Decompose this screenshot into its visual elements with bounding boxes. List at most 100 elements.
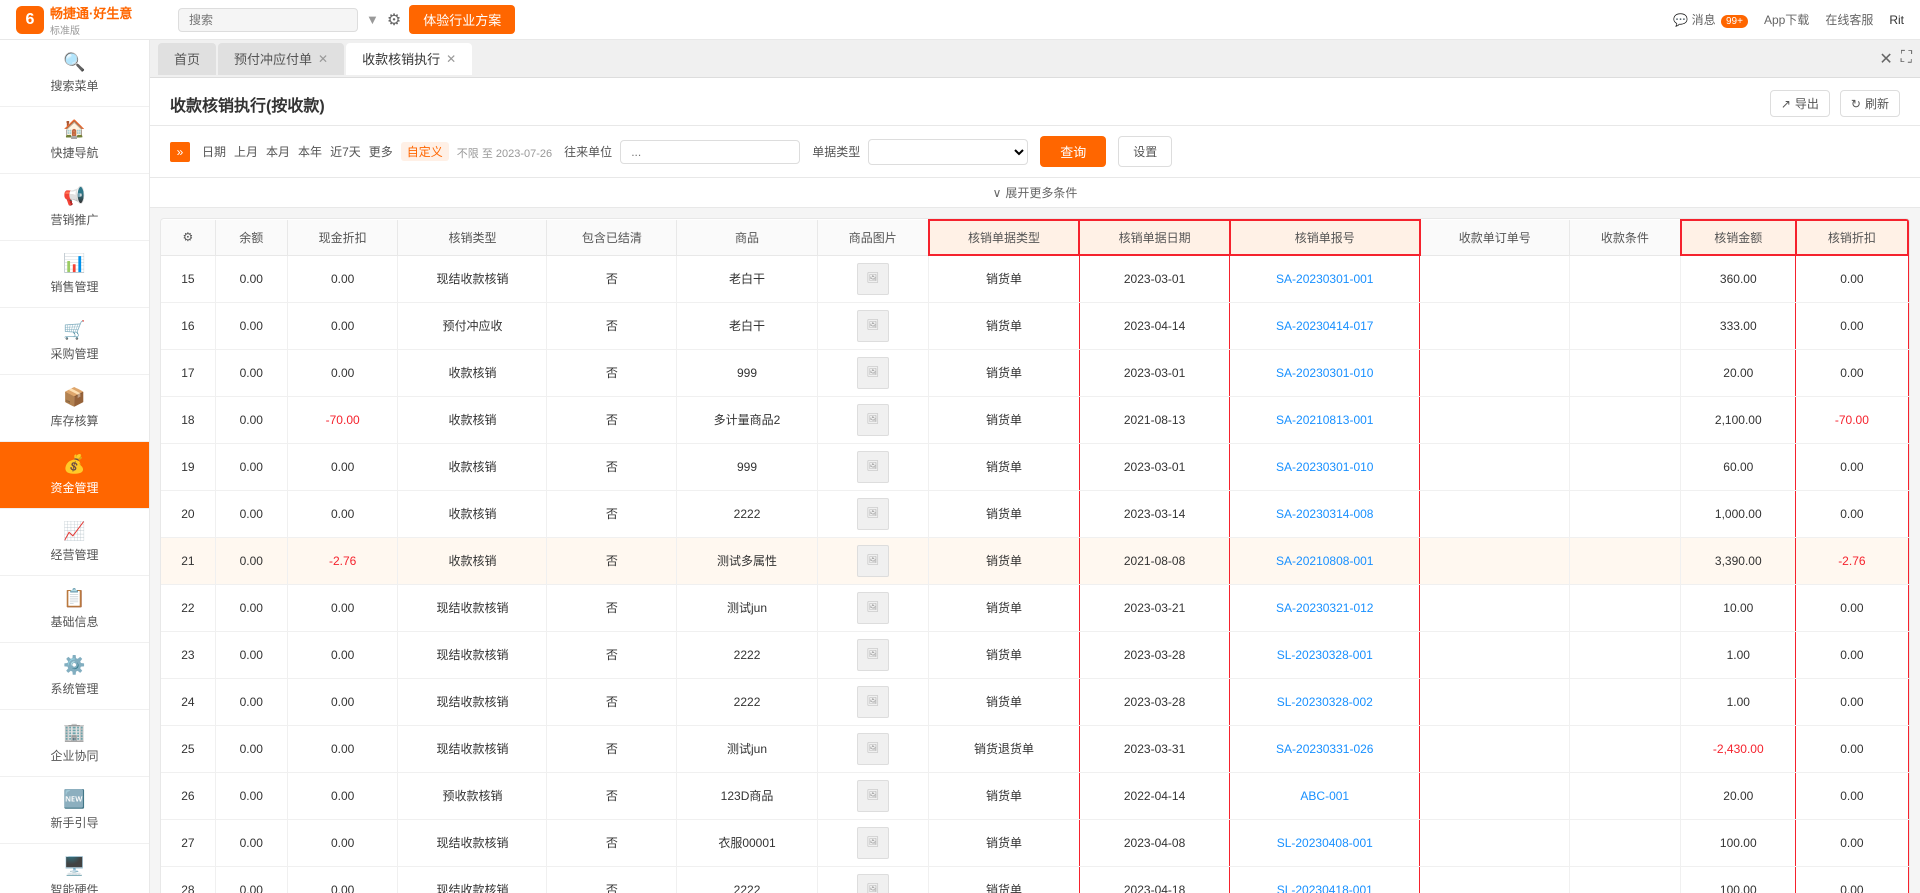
export-btn[interactable]: ↗ 导出 — [1770, 90, 1830, 117]
td-product: 2222 — [677, 490, 817, 537]
online-service-btn[interactable]: 在线客服 — [1825, 11, 1873, 28]
filter-custom-btn[interactable]: 自定义 — [401, 142, 449, 161]
td-verify-amount: 2,100.00 — [1681, 396, 1796, 443]
td-product-image: 🖼 — [817, 725, 928, 772]
sidebar-label-marketing: 营销推广 — [50, 211, 98, 228]
td-bill-report-date: 2023-03-21 — [1079, 584, 1230, 631]
td-bill-report-no[interactable]: SA-20230414-017 — [1230, 302, 1420, 349]
filter-expand-btn[interactable]: » — [170, 142, 190, 162]
filter-date-last-month[interactable]: 上月 — [234, 143, 258, 160]
top-search-area: ▼ ⚙ 体验行业方案 — [178, 5, 1661, 34]
refresh-btn[interactable]: ↻ 刷新 — [1840, 90, 1900, 117]
tab-prepay-close-icon[interactable]: ✕ — [318, 52, 328, 66]
td-bill-report-no[interactable]: SL-20230418-001 — [1230, 866, 1420, 893]
td-verify-amount: 10.00 — [1681, 584, 1796, 631]
td-balance: 0.00 — [215, 396, 287, 443]
dropdown-arrow-icon[interactable]: ▼ — [366, 12, 379, 27]
sidebar-label-inventory: 库存核算 — [50, 412, 98, 429]
filter-date-more[interactable]: 更多 — [369, 143, 393, 160]
td-verify-type: 现结收款核销 — [398, 678, 547, 725]
td-balance: 0.00 — [215, 302, 287, 349]
td-bill-report-date: 2023-04-14 — [1079, 302, 1230, 349]
td-bill-report-no[interactable]: SA-20230301-010 — [1230, 443, 1420, 490]
tab-receipt-verify-close-icon[interactable]: ✕ — [446, 52, 456, 66]
tab-home[interactable]: 首页 — [158, 43, 216, 75]
sidebar-item-inventory[interactable]: 📦 库存核算 — [0, 375, 149, 442]
td-product-image: 🖼 — [817, 396, 928, 443]
sidebar-item-corp[interactable]: 🏢 企业协同 — [0, 710, 149, 777]
td-bill-report-type: 销货单 — [929, 631, 1080, 678]
expand-down-icon: ∨ — [993, 186, 1002, 200]
quick-nav-icon: 🏠 — [63, 119, 85, 140]
sidebar-item-sales[interactable]: 📊 销售管理 — [0, 241, 149, 308]
td-receipt-condition — [1569, 772, 1680, 819]
filter-counterparty-input[interactable] — [620, 140, 800, 164]
td-product-image: 🖼 — [817, 349, 928, 396]
filter-date-this-year[interactable]: 本年 — [298, 143, 322, 160]
td-receipt-condition — [1569, 584, 1680, 631]
td-bill-report-no[interactable]: SA-20230321-012 — [1230, 584, 1420, 631]
filter-settings-btn[interactable]: 设置 — [1118, 136, 1172, 167]
sidebar: 🔍 搜索菜单 🏠 快捷导航 📢 营销推广 📊 销售管理 🛒 采购管理 📦 库存核… — [0, 40, 150, 893]
sidebar-item-purchase[interactable]: 🛒 采购管理 — [0, 308, 149, 375]
td-bill-report-type: 销货单 — [929, 678, 1080, 725]
td-bill-report-no[interactable]: SA-20230331-026 — [1230, 725, 1420, 772]
sidebar-item-finance[interactable]: 💰 资金管理 — [0, 442, 149, 509]
td-product-image: 🖼 — [817, 302, 928, 349]
td-bill-report-no[interactable]: SL-20230408-001 — [1230, 819, 1420, 866]
td-bill-report-no[interactable]: SA-20210808-001 — [1230, 537, 1420, 584]
th-receipt-order-no: 收款单订单号 — [1420, 220, 1570, 255]
top-bar: 6 畅捷通·好生意 标准版 ▼ ⚙ 体验行业方案 💬 消息 99+ App下载 … — [0, 0, 1920, 40]
expand-more-btn[interactable]: ∨ 展开更多条件 — [981, 178, 1090, 207]
app-download-btn[interactable]: App下载 — [1764, 11, 1809, 28]
tab-expand-btn[interactable]: ⛶ — [1901, 49, 1912, 69]
tab-close-btn[interactable]: ✕ — [1879, 49, 1892, 69]
filter-counterparty-label: 往来单位 — [564, 143, 612, 160]
table-row: 170.000.00收款核销否999🖼销货单2023-03-01SA-20230… — [161, 349, 1908, 396]
tab-prepay[interactable]: 预付冲应付单 ✕ — [218, 43, 344, 75]
messages-btn[interactable]: 💬 消息 99+ — [1673, 11, 1748, 28]
td-verify-type: 收款核销 — [398, 443, 547, 490]
td-bill-report-no[interactable]: SA-20230314-008 — [1230, 490, 1420, 537]
td-bill-report-type: 销货单 — [929, 302, 1080, 349]
sidebar-item-operations[interactable]: 📈 经营管理 — [0, 509, 149, 576]
td-bill-report-type: 销货单 — [929, 584, 1080, 631]
filter-bill-type-label: 单据类型 — [812, 143, 860, 160]
sidebar-item-basic[interactable]: 📋 基础信息 — [0, 576, 149, 643]
td-bill-report-no[interactable]: SL-20230328-001 — [1230, 631, 1420, 678]
table-row: 150.000.00现结收款核销否老白干🖼销货单2023-03-01SA-202… — [161, 255, 1908, 302]
sidebar-item-search-menu[interactable]: 🔍 搜索菜单 — [0, 40, 149, 107]
td-bill-report-no[interactable]: SA-20230301-010 — [1230, 349, 1420, 396]
td-balance: 0.00 — [215, 537, 287, 584]
sidebar-label-purchase: 采购管理 — [50, 345, 98, 362]
sidebar-item-hardware[interactable]: 🖥️ 智能硬件 — [0, 844, 149, 893]
sidebar-item-guide[interactable]: 🆕 新手引导 — [0, 777, 149, 844]
td-bill-report-no[interactable]: SA-20230301-001 — [1230, 255, 1420, 302]
sidebar-item-system[interactable]: ⚙️ 系统管理 — [0, 643, 149, 710]
th-verify-type: 核销类型 — [398, 220, 547, 255]
td-bill-report-no[interactable]: SA-20210813-001 — [1230, 396, 1420, 443]
filter-date-7days[interactable]: 近7天 — [330, 143, 361, 160]
td-verify-amount: 1,000.00 — [1681, 490, 1796, 537]
td-receipt-condition — [1569, 490, 1680, 537]
search-menu-icon: 🔍 — [63, 52, 85, 73]
td-no: 22 — [161, 584, 215, 631]
top-search-input[interactable] — [178, 8, 358, 32]
td-cash-discount: 0.00 — [287, 490, 398, 537]
filter-bill-type-select[interactable] — [868, 139, 1028, 165]
td-verify-amount: 100.00 — [1681, 819, 1796, 866]
td-verify-discount: 0.00 — [1796, 490, 1908, 537]
td-bill-report-no[interactable]: ABC-001 — [1230, 772, 1420, 819]
sidebar-item-marketing[interactable]: 📢 营销推广 — [0, 174, 149, 241]
table-row: 260.000.00预收款核销否123D商品🖼销货单2022-04-14ABC-… — [161, 772, 1908, 819]
td-cash-discount: 0.00 — [287, 631, 398, 678]
td-bill-report-no[interactable]: SL-20230328-002 — [1230, 678, 1420, 725]
th-settings[interactable]: ⚙ — [161, 220, 215, 255]
td-bill-report-type: 销货退货单 — [929, 725, 1080, 772]
settings-icon[interactable]: ⚙ — [387, 10, 401, 30]
filter-date-this-month[interactable]: 本月 — [266, 143, 290, 160]
industry-btn[interactable]: 体验行业方案 — [409, 5, 515, 34]
query-btn[interactable]: 查询 — [1040, 136, 1106, 167]
sidebar-item-quick-nav[interactable]: 🏠 快捷导航 — [0, 107, 149, 174]
tab-receipt-verify[interactable]: 收款核销执行 ✕ — [346, 43, 472, 75]
